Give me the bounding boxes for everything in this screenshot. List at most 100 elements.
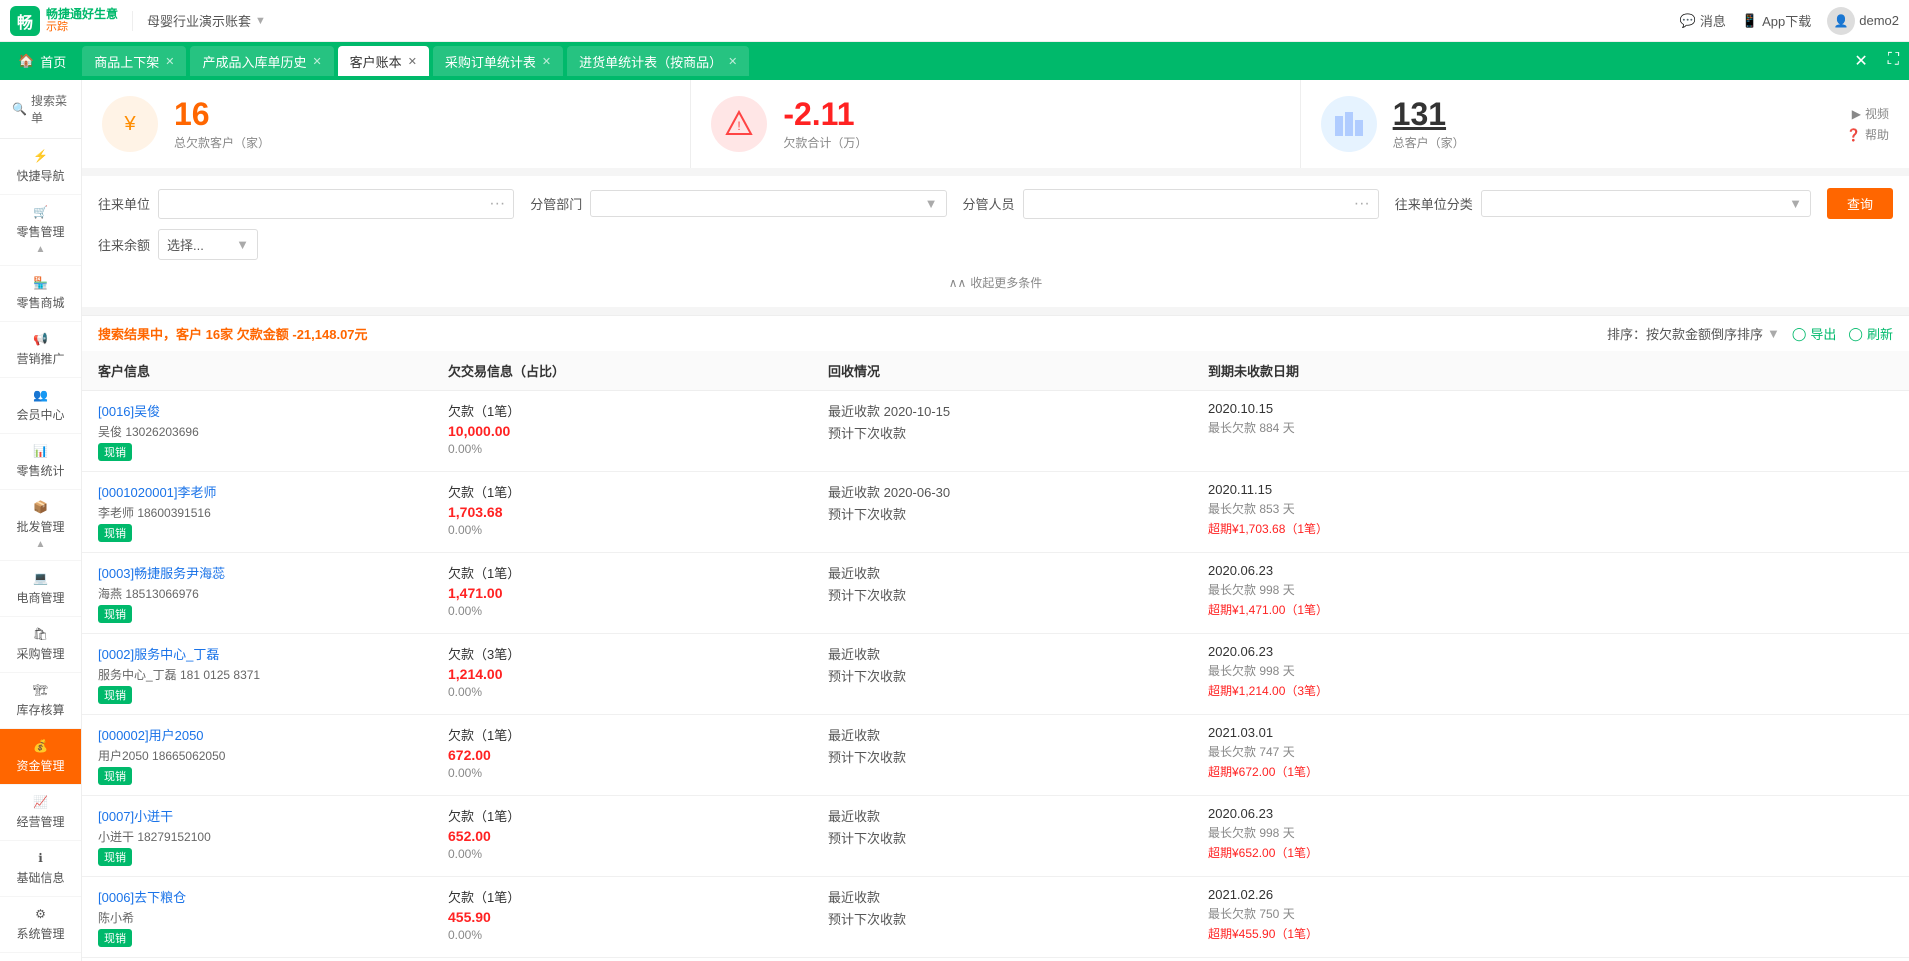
tab-home-label: 首页 xyxy=(40,52,66,71)
stat-overdue-customers: ¥ 16 总欠款客户（家） xyxy=(82,80,691,168)
input-往来单位[interactable]: ··· xyxy=(158,189,514,219)
recovery-info-3: 最近收款 预计下次收款 xyxy=(828,644,1208,685)
sidebar-item-enterprise-collab[interactable]: 🤝 企业协同 xyxy=(0,953,81,961)
overdue-info-1: 2020.11.15 最长欠款 853 天 超期¥1,703.68（1笔） xyxy=(1208,482,1893,537)
tab-close-product-history[interactable]: ✕ xyxy=(312,55,321,68)
top-bar: 畅 畅捷通好生意 示踪 母婴行业演示账套 ▼ 💬 消息 📱 App下载 👤 de… xyxy=(0,0,1909,42)
avatar: 👤 xyxy=(1827,7,1855,35)
overdue-info-3: 2020.06.23 最长欠款 998 天 超期¥1,214.00（3笔） xyxy=(1208,644,1893,699)
tab-bar-right: ✕ ⛶ xyxy=(1848,49,1905,73)
table-row: [000002]用户2050 用户2050 18665062050 现销 欠款（… xyxy=(82,715,1909,796)
col-due-date: 到期未收款日期 xyxy=(1208,361,1893,380)
stat-overdue-amount: ! -2.11 欠款合计（万） xyxy=(691,80,1300,168)
close-all-btn[interactable]: ✕ xyxy=(1848,49,1873,73)
overdue-link-5[interactable]: 超期¥652.00（1笔） xyxy=(1208,844,1893,861)
table-row: [0016]吴俊 吴俊 13026203696 现销 欠款（1笔） 10,000… xyxy=(82,391,1909,472)
customer-phone-3: 服务中心_丁磊 181 0125 8371 xyxy=(98,666,448,683)
tab-product-off[interactable]: 商品上下架 ✕ xyxy=(82,46,186,76)
customer-name-3[interactable]: [0002]服务中心_丁磊 xyxy=(98,644,448,663)
sidebar-search[interactable]: 🔍 搜索菜单 xyxy=(4,88,77,130)
message-btn[interactable]: 💬 消息 xyxy=(1680,11,1726,30)
tab-close-product-off[interactable]: ✕ xyxy=(165,55,174,68)
customer-name-2[interactable]: [0003]畅捷服务尹海蕊 xyxy=(98,563,448,582)
stat-card-right: ▶ 视频 ❓ 帮助 xyxy=(1846,105,1889,143)
video-link[interactable]: ▶ 视频 xyxy=(1852,105,1889,122)
collapse-button[interactable]: ∧∧ 收起更多条件 xyxy=(949,274,1043,291)
sidebar-item-retail-mgmt[interactable]: 🛒 零售管理 ▲ xyxy=(0,195,81,266)
overdue-link-3[interactable]: 超期¥1,214.00（3笔） xyxy=(1208,682,1893,699)
filter-往来单位分类: 往来单位分类 ▼ xyxy=(1395,190,1811,217)
help-link[interactable]: ❓ 帮助 xyxy=(1846,126,1889,143)
overdue-customers-label: 总欠款客户（家） xyxy=(174,134,270,151)
tab-purchase-stats2[interactable]: 进货单统计表（按商品） ✕ xyxy=(567,46,749,76)
overdue-customers-icon: ¥ xyxy=(102,96,158,152)
select-往来余额[interactable]: 选择... ▼ xyxy=(158,229,258,260)
company-selector[interactable]: 母婴行业演示账套 ▼ xyxy=(147,11,266,30)
tab-product-history[interactable]: 产成品入库单历史 ✕ xyxy=(190,46,333,76)
expand-btn[interactable]: ⛶ xyxy=(1882,49,1905,73)
label-分管人员: 分管人员 xyxy=(963,194,1015,213)
sidebar-item-finance[interactable]: 💰 资金管理 xyxy=(0,729,81,785)
result-info: 搜索结果中，客户 16家 欠款金额 -21,148.07元 xyxy=(98,324,368,343)
label-往来单位分类: 往来单位分类 xyxy=(1395,194,1473,213)
sidebar-item-retail-stats[interactable]: 📊 零售统计 xyxy=(0,434,81,490)
tab-close-purchase-stats2[interactable]: ✕ xyxy=(728,55,737,68)
chevron-down-icon-balance: ▼ xyxy=(236,237,249,252)
select-分管部门[interactable]: ▼ xyxy=(590,190,946,217)
search-button[interactable]: 查询 xyxy=(1827,188,1893,219)
sidebar-item-quick-nav[interactable]: ⚡ 快捷导航 xyxy=(0,139,81,195)
marketing-icon: 📢 xyxy=(33,332,48,346)
overdue-link-1[interactable]: 超期¥1,703.68（1笔） xyxy=(1208,520,1893,537)
tab-customer-account[interactable]: 客户账本 ✕ xyxy=(338,46,429,76)
app-download-btn[interactable]: 📱 App下载 xyxy=(1742,11,1811,30)
customer-name-0[interactable]: [0016]吴俊 xyxy=(98,401,448,420)
overdue-info-2: 2020.06.23 最长欠款 998 天 超期¥1,471.00（1笔） xyxy=(1208,563,1893,618)
sort-button[interactable]: 排序：按欠款金额倒序排序 ▼ xyxy=(1607,324,1780,343)
tab-close-customer-account[interactable]: ✕ xyxy=(408,55,417,68)
customer-info-5: [0007]小迸干 小迸干 18279152100 现销 xyxy=(98,806,448,866)
customer-name-4[interactable]: [000002]用户2050 xyxy=(98,725,448,744)
status-badge-0: 现销 xyxy=(98,443,132,461)
customer-name-6[interactable]: [0006]去下粮仓 xyxy=(98,887,448,906)
retail-stats-icon: 📊 xyxy=(33,444,48,458)
tab-close-purchase-stats[interactable]: ✕ xyxy=(542,55,551,68)
sidebar-item-inventory[interactable]: 🏗 库存核算 xyxy=(0,673,81,729)
overdue-link-4[interactable]: 超期¥672.00（1笔） xyxy=(1208,763,1893,780)
customer-phone-2: 海燕 18513066976 xyxy=(98,585,448,602)
select-往来单位分类[interactable]: ▼ xyxy=(1481,190,1811,217)
overdue-customers-number: 16 xyxy=(174,98,270,130)
customer-name-1[interactable]: [0001020001]李老师 xyxy=(98,482,448,501)
overdue-link-2[interactable]: 超期¥1,471.00（1笔） xyxy=(1208,601,1893,618)
export-icon: ◯ xyxy=(1792,326,1807,342)
customer-info-2: [0003]畅捷服务尹海蕊 海燕 18513066976 现销 xyxy=(98,563,448,623)
sidebar-item-ecommerce[interactable]: 💻 电商管理 xyxy=(0,561,81,617)
sidebar-item-operations[interactable]: 📈 经营管理 xyxy=(0,785,81,841)
tab-home[interactable]: 🏠 首页 xyxy=(6,46,78,76)
overdue-amount-icon: ! xyxy=(711,96,767,152)
overdue-link-6[interactable]: 超期¥455.90（1笔） xyxy=(1208,925,1893,942)
sidebar-item-marketing[interactable]: 📢 营销推广 xyxy=(0,322,81,378)
tab-purchase-stats[interactable]: 采购订单统计表 ✕ xyxy=(433,46,563,76)
input-分管人员[interactable]: ··· xyxy=(1023,189,1379,219)
tab-purchase-stats-label: 采购订单统计表 xyxy=(445,52,536,71)
dots-icon-分管人员: ··· xyxy=(1354,195,1370,213)
system-icon: ⚙ xyxy=(35,907,46,921)
recovery-info-1: 最近收款 2020-06-30 预计下次收款 xyxy=(828,482,1208,523)
help-icon: ❓ xyxy=(1846,128,1861,142)
overdue-info-6: 2021.02.26 最长欠款 750 天 超期¥455.90（1笔） xyxy=(1208,887,1893,942)
user-avatar[interactable]: 👤 demo2 xyxy=(1827,7,1899,35)
sidebar-item-purchase[interactable]: 🛍 采购管理 xyxy=(0,617,81,673)
recovery-info-5: 最近收款 预计下次收款 xyxy=(828,806,1208,847)
tab-customer-account-label: 客户账本 xyxy=(350,52,402,71)
customer-phone-5: 小迸干 18279152100 xyxy=(98,828,448,845)
sidebar-item-basic-info[interactable]: ℹ 基础信息 xyxy=(0,841,81,897)
sidebar-item-retail-mall[interactable]: 🏪 零售商城 xyxy=(0,266,81,322)
label-往来余额: 往来余额 xyxy=(98,235,150,254)
export-button[interactable]: ◯ 导出 xyxy=(1792,324,1837,343)
customer-name-5[interactable]: [0007]小迸干 xyxy=(98,806,448,825)
debt-info-5: 欠款（1笔） 652.00 0.00% xyxy=(448,806,828,861)
sidebar-item-batch-mgmt[interactable]: 📦 批发管理 ▲ xyxy=(0,490,81,561)
sidebar-item-member[interactable]: 👥 会员中心 xyxy=(0,378,81,434)
sidebar-item-system[interactable]: ⚙ 系统管理 xyxy=(0,897,81,953)
refresh-button[interactable]: ◯ 刷新 xyxy=(1848,324,1893,343)
